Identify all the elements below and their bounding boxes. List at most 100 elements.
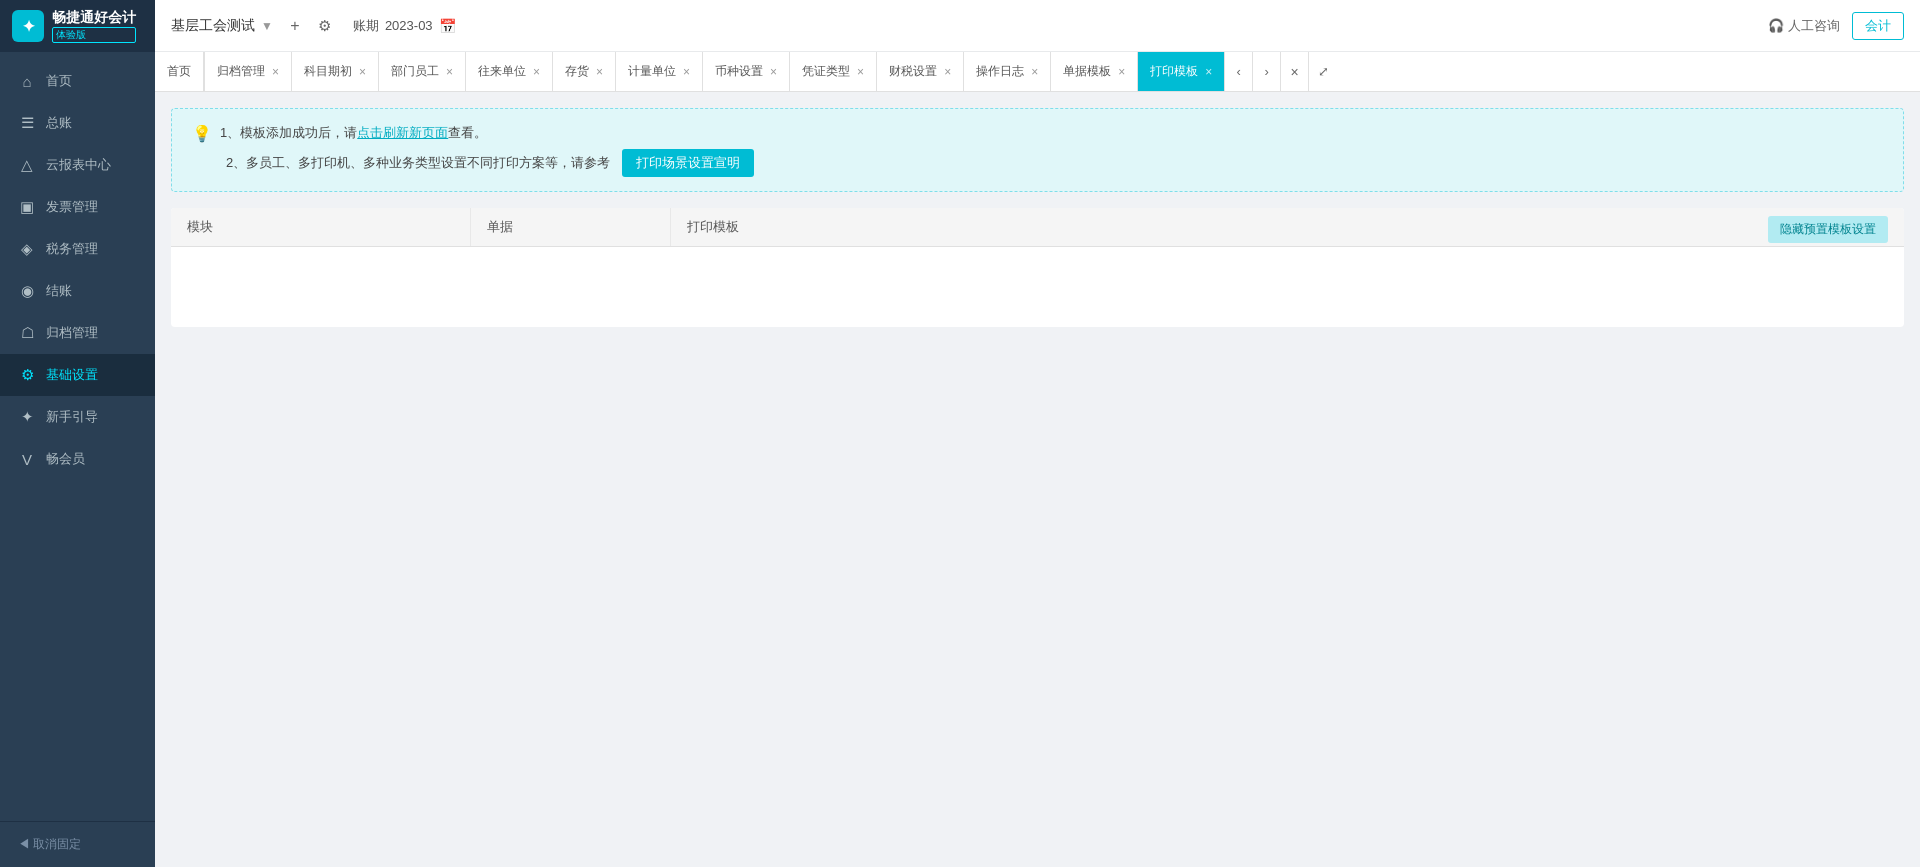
sidebar-unpin-button[interactable]: ◀ 取消固定 — [0, 821, 155, 867]
tabbar: 首页 归档管理 × 科目期初 × 部门员工 × 往来单位 × 存货 × 计量单位… — [155, 52, 1920, 92]
sidebar-footer-label: ◀ 取消固定 — [18, 836, 81, 853]
tab-inventory-label: 存货 — [565, 63, 589, 80]
lightbulb-icon: 💡 — [192, 124, 212, 143]
chevron-right-icon: › — [1265, 64, 1269, 79]
tab-voucher-label: 凭证类型 — [802, 63, 850, 80]
tab-home[interactable]: 首页 — [155, 52, 204, 91]
tab-oplog-close[interactable]: × — [1031, 66, 1038, 78]
tab-dept-close[interactable]: × — [446, 66, 453, 78]
account-button[interactable]: 会计 — [1852, 12, 1904, 40]
tab-print[interactable]: 打印模板 × — [1138, 52, 1225, 91]
tab-template[interactable]: 单据模板 × — [1051, 52, 1138, 91]
table-header-module: 模块 — [171, 208, 471, 246]
tab-currency-close[interactable]: × — [770, 66, 777, 78]
content-wrapper: 隐藏预置模板设置 💡 1、模板添加成功后，请点击刷新新页面查看。 2、多员工、多… — [171, 108, 1904, 327]
logo-sub: 体验版 — [52, 27, 136, 43]
tab-home-label: 首页 — [167, 63, 191, 80]
tab-supplier-close[interactable]: × — [533, 66, 540, 78]
table-header: 模块 单据 打印模板 — [171, 208, 1904, 247]
hide-preview-button[interactable]: 隐藏预置模板设置 — [1768, 216, 1888, 243]
tab-unit[interactable]: 计量单位 × — [616, 52, 703, 91]
content-area: 隐藏预置模板设置 💡 1、模板添加成功后，请点击刷新新页面查看。 2、多员工、多… — [155, 92, 1920, 867]
sidebar-item-label: 畅会员 — [46, 450, 85, 468]
period-display: 账期 2023-03 📅 — [353, 17, 456, 35]
ledger-icon: ☰ — [18, 114, 36, 132]
settings-icon: ⚙ — [318, 17, 331, 35]
tab-subject[interactable]: 科目期初 × — [292, 52, 379, 91]
tab-voucher-close[interactable]: × — [857, 66, 864, 78]
tab-archive[interactable]: 归档管理 × — [205, 52, 292, 91]
sidebar-item-label: 总账 — [46, 114, 72, 132]
tab-print-close[interactable]: × — [1205, 66, 1212, 78]
period-label: 账期 — [353, 17, 379, 35]
tab-subject-close[interactable]: × — [359, 66, 366, 78]
workspace-settings-button[interactable]: ⚙ — [313, 14, 337, 38]
tab-expand-button[interactable]: ⤢ — [1309, 52, 1337, 91]
app-logo: ✦ 畅捷通好会计 体验版 — [0, 0, 155, 52]
calendar-icon[interactable]: 📅 — [439, 18, 456, 34]
tab-inventory-close[interactable]: × — [596, 66, 603, 78]
sidebar-item-label: 发票管理 — [46, 198, 98, 216]
sidebar-item-label: 云报表中心 — [46, 156, 111, 174]
home-icon: ⌂ — [18, 72, 36, 90]
chevron-left-icon: ‹ — [1237, 64, 1241, 79]
table-header-voucher: 单据 — [471, 208, 671, 246]
service-label: 人工咨询 — [1788, 17, 1840, 35]
settle-icon: ◉ — [18, 282, 36, 300]
logo-icon: ✦ — [12, 10, 44, 42]
sidebar-item-home[interactable]: ⌂ 首页 — [0, 60, 155, 102]
tab-dept-label: 部门员工 — [391, 63, 439, 80]
headset-icon: 🎧 — [1768, 18, 1784, 33]
tab-unit-close[interactable]: × — [683, 66, 690, 78]
expand-icon: ⤢ — [1318, 64, 1329, 79]
sidebar-item-archive[interactable]: ☖ 归档管理 — [0, 312, 155, 354]
table-body — [171, 247, 1904, 327]
sidebar-item-label: 归档管理 — [46, 324, 98, 342]
sidebar-item-invoice[interactable]: ▣ 发票管理 — [0, 186, 155, 228]
service-button[interactable]: 🎧 人工咨询 — [1768, 17, 1840, 35]
notice-refresh-link[interactable]: 点击刷新新页面 — [357, 125, 448, 140]
tab-template-close[interactable]: × — [1118, 66, 1125, 78]
sidebar-item-member[interactable]: V 畅会员 — [0, 438, 155, 480]
sidebar-item-ledger[interactable]: ☰ 总账 — [0, 102, 155, 144]
tab-supplier[interactable]: 往来单位 × — [466, 52, 553, 91]
topbar-right: 🎧 人工咨询 会计 — [1768, 12, 1904, 40]
tab-prev-button[interactable]: ‹ — [1225, 52, 1253, 91]
main-area: 基层工会测试 ▼ + ⚙ 账期 2023-03 📅 🎧 人工咨询 会计 首页 — [155, 0, 1920, 867]
sidebar-item-tax[interactable]: ◈ 税务管理 — [0, 228, 155, 270]
sidebar-item-reports[interactable]: △ 云报表中心 — [0, 144, 155, 186]
sidebar-item-label: 税务管理 — [46, 240, 98, 258]
sidebar-item-guide[interactable]: ✦ 新手引导 — [0, 396, 155, 438]
tab-subject-label: 科目期初 — [304, 63, 352, 80]
tab-finance-close[interactable]: × — [944, 66, 951, 78]
sidebar-item-basic[interactable]: ⚙ 基础设置 — [0, 354, 155, 396]
org-selector[interactable]: 基层工会测试 ▼ — [171, 17, 273, 35]
notice-row-1: 💡 1、模板添加成功后，请点击刷新新页面查看。 — [192, 123, 1883, 143]
tab-dept[interactable]: 部门员工 × — [379, 52, 466, 91]
add-tab-button[interactable]: + — [283, 14, 307, 38]
archive-icon: ☖ — [18, 324, 36, 342]
tab-finance[interactable]: 财税设置 × — [877, 52, 964, 91]
sidebar-item-label: 结账 — [46, 282, 72, 300]
tax-icon: ◈ — [18, 240, 36, 258]
tab-archive-close[interactable]: × — [272, 66, 279, 78]
sidebar-item-label: 基础设置 — [46, 366, 98, 384]
basic-icon: ⚙ — [18, 366, 36, 384]
topbar: 基层工会测试 ▼ + ⚙ 账期 2023-03 📅 🎧 人工咨询 会计 — [155, 0, 1920, 52]
tab-close-all-button[interactable]: × — [1281, 52, 1309, 91]
tab-currency[interactable]: 币种设置 × — [703, 52, 790, 91]
logo-title: 畅捷通好会计 — [52, 9, 136, 26]
sidebar-item-settle[interactable]: ◉ 结账 — [0, 270, 155, 312]
member-icon: V — [18, 450, 36, 468]
tab-oplog[interactable]: 操作日志 × — [964, 52, 1051, 91]
tab-voucher[interactable]: 凭证类型 × — [790, 52, 877, 91]
tab-print-label: 打印模板 — [1150, 63, 1198, 80]
notice-box: 💡 1、模板添加成功后，请点击刷新新页面查看。 2、多员工、多打印机、多种业务类… — [171, 108, 1904, 192]
tab-inventory[interactable]: 存货 × — [553, 52, 616, 91]
sidebar: ✦ 畅捷通好会计 体验版 ⌂ 首页 ☰ 总账 △ 云报表中心 ▣ 发票管理 ◈ … — [0, 0, 155, 867]
sidebar-item-label: 首页 — [46, 72, 72, 90]
tab-next-button[interactable]: › — [1253, 52, 1281, 91]
notice-line2-prefix: 2、多员工、多打印机、多种业务类型设置不同打印方案等，请参考 — [226, 154, 610, 172]
print-scene-button[interactable]: 打印场景设置宣明 — [622, 149, 754, 177]
tab-supplier-label: 往来单位 — [478, 63, 526, 80]
